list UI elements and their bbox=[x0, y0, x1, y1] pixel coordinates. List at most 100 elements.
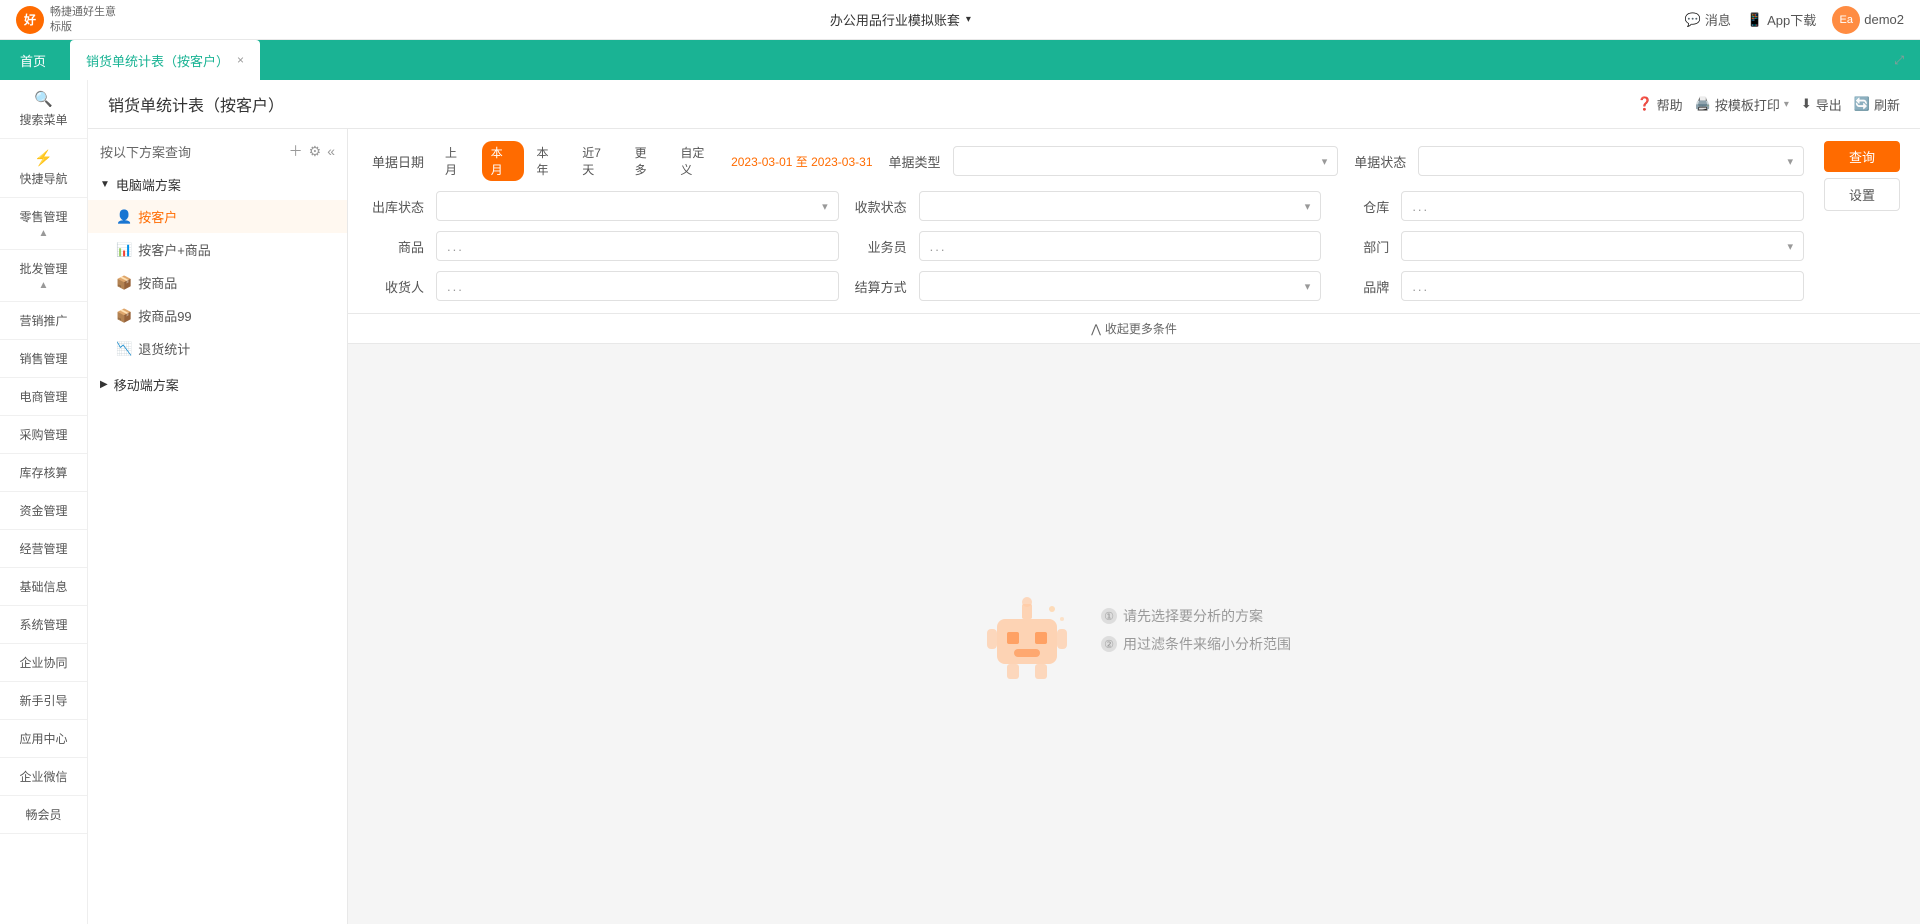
goods-label: 商品 bbox=[368, 237, 424, 256]
help-btn[interactable]: ❓ 帮助 bbox=[1636, 95, 1682, 114]
dept-control[interactable]: ▾ bbox=[1401, 231, 1804, 261]
avatar: Ea bbox=[1832, 6, 1860, 34]
message-btn[interactable]: 💬 消息 bbox=[1685, 10, 1731, 29]
collapse-more-btn[interactable]: ⋀ 收起更多条件 bbox=[1091, 320, 1177, 337]
mobile-group-title[interactable]: ▶ 移动端方案 bbox=[88, 369, 347, 400]
print-dropdown-arrow[interactable]: ▾ bbox=[1784, 99, 1789, 110]
desktop-group-arrow: ▼ bbox=[100, 179, 110, 190]
tab-home[interactable]: 首页 bbox=[0, 40, 66, 80]
tab-close-btn[interactable]: × bbox=[237, 53, 244, 67]
scheme-customer-goods[interactable]: 📊 按客户+商品 bbox=[88, 233, 347, 266]
dept-arrow: ▾ bbox=[1787, 240, 1793, 253]
brand-label: 品牌 bbox=[1333, 277, 1389, 296]
delivery-arrow: ▾ bbox=[822, 200, 828, 213]
last-month-btn[interactable]: 上月 bbox=[436, 141, 478, 181]
setting-btn[interactable]: 设置 bbox=[1824, 178, 1900, 211]
sidebar-item-quick-nav[interactable]: ⚡ 快捷导航 bbox=[0, 139, 87, 198]
page-body: 按以下方案查询 ＋ ⚙ « ▼ 电脑端方案 👤 按客户 bbox=[88, 129, 1920, 924]
more-btn[interactable]: 更多 bbox=[626, 141, 668, 181]
page-title: 销货单统计表（按客户） bbox=[108, 92, 284, 116]
warehouse-label: 仓库 bbox=[1333, 197, 1389, 216]
sidebar-item-app-center[interactable]: 应用中心 bbox=[0, 720, 87, 758]
sidebar-item-marketing[interactable]: 营销推广 bbox=[0, 302, 87, 340]
receiver-control[interactable]: ... bbox=[436, 271, 839, 301]
right-panel: 单据日期 上月 本月 本年 近7天 更多 自定义 bbox=[348, 129, 1920, 924]
sidebar-item-finance[interactable]: 资金管理 bbox=[0, 492, 87, 530]
sidebar-item-member[interactable]: 畅会员 bbox=[0, 796, 87, 834]
order-type-control[interactable]: ▾ bbox=[953, 146, 1339, 176]
delivery-control[interactable]: ▾ bbox=[436, 191, 839, 221]
sidebar-item-wechat-biz[interactable]: 企业微信 bbox=[0, 758, 87, 796]
sidebar-item-system[interactable]: 系统管理 bbox=[0, 606, 87, 644]
desktop-group-title[interactable]: ▼ 电脑端方案 bbox=[88, 169, 347, 200]
export-btn[interactable]: ⬇ 导出 bbox=[1801, 95, 1842, 114]
custom-btn[interactable]: 自定义 bbox=[671, 141, 725, 181]
sidebar-item-ecommerce[interactable]: 电商管理 bbox=[0, 378, 87, 416]
payment-status-label: 收款状态 bbox=[851, 197, 907, 216]
sidebar-item-new-guide[interactable]: 新手引导 bbox=[0, 682, 87, 720]
nav-sidebar: 🔍 搜索菜单 ⚡ 快捷导航 零售管理 ▲ 批发管理 ▲ 营销推广 销售管理 电商… bbox=[0, 80, 88, 924]
settings-scheme-btn[interactable]: ⚙ bbox=[309, 143, 322, 160]
message-icon: 💬 bbox=[1685, 12, 1701, 28]
action-btns: 查询 设置 bbox=[1824, 141, 1900, 211]
wholesale-arrow-icon: ▲ bbox=[39, 280, 49, 291]
customer-goods-scheme-icon: 📊 bbox=[116, 242, 132, 258]
header-right: 💬 消息 📱 App下载 Ea demo2 bbox=[1685, 6, 1904, 34]
sidebar-item-wholesale-mgmt[interactable]: 批发管理 ▲ bbox=[0, 250, 87, 302]
tip-num-1: ① bbox=[1101, 608, 1117, 624]
payment-status-arrow: ▾ bbox=[1305, 200, 1311, 213]
filter-row-2: 出库状态 ▾ 收款状态 ▾ 仓库 bbox=[368, 191, 1804, 221]
salesperson-control[interactable]: ... bbox=[919, 231, 1322, 261]
print-btn[interactable]: 🖨️ 按模板打印 ▾ bbox=[1695, 95, 1789, 114]
this-year-btn[interactable]: 本年 bbox=[528, 141, 570, 181]
empty-tip-2: ② 用过滤条件来缩小分析范围 bbox=[1101, 634, 1291, 654]
sidebar-item-inventory[interactable]: 库存核算 bbox=[0, 454, 87, 492]
data-area: ① 请先选择要分析的方案 ② 用过滤条件来缩小分析范围 bbox=[348, 344, 1920, 924]
payment-method-label: 结算方式 bbox=[851, 277, 907, 296]
panel-header-actions: ＋ ⚙ « bbox=[289, 141, 335, 161]
sidebar-item-search-menu[interactable]: 🔍 搜索菜单 bbox=[0, 80, 87, 139]
order-type-label: 单据类型 bbox=[885, 152, 941, 171]
last7-btn[interactable]: 近7天 bbox=[573, 141, 621, 181]
brand-control[interactable]: ... bbox=[1401, 271, 1804, 301]
download-icon: 📱 bbox=[1747, 12, 1763, 28]
sidebar-item-purchase-mgmt[interactable]: 采购管理 bbox=[0, 416, 87, 454]
mobile-group-arrow: ▶ bbox=[100, 379, 108, 390]
add-scheme-btn[interactable]: ＋ bbox=[289, 141, 303, 161]
user-menu[interactable]: Ea demo2 bbox=[1832, 6, 1904, 34]
payment-method-control[interactable]: ▾ bbox=[919, 271, 1322, 301]
scheme-by-goods[interactable]: 📦 按商品 bbox=[88, 266, 347, 299]
goods-control[interactable]: ... bbox=[436, 231, 839, 261]
tab-bar-right: ⤢ bbox=[1894, 53, 1920, 68]
collapse-bar[interactable]: ⋀ 收起更多条件 bbox=[348, 314, 1920, 344]
export-icon: ⬇ bbox=[1801, 96, 1812, 112]
collapse-panel-btn[interactable]: « bbox=[327, 143, 335, 159]
search-btn[interactable]: 查询 bbox=[1824, 141, 1900, 172]
sidebar-item-retail-mgmt[interactable]: 零售管理 ▲ bbox=[0, 198, 87, 250]
refresh-btn[interactable]: 🔄 刷新 bbox=[1854, 95, 1900, 114]
sidebar-item-operations[interactable]: 经营管理 bbox=[0, 530, 87, 568]
empty-state-icon bbox=[977, 584, 1077, 684]
logo-icon: 好 bbox=[16, 6, 44, 34]
collapse-up-icon: ⋀ bbox=[1091, 322, 1101, 336]
scheme-goods-99[interactable]: 📦 按商品99 bbox=[88, 299, 347, 332]
receiver-dots: ... bbox=[447, 279, 464, 294]
company-dropdown-arrow[interactable]: ▾ bbox=[966, 14, 971, 25]
tab-active[interactable]: 销货单统计表（按客户） × bbox=[70, 40, 260, 80]
company-selector[interactable]: 办公用品行业模拟账套 ▾ bbox=[830, 10, 971, 29]
payment-status-control[interactable]: ▾ bbox=[919, 191, 1322, 221]
scheme-by-customer[interactable]: 👤 按客户 bbox=[88, 200, 347, 233]
tab-bar: 首页 销货单统计表（按客户） × ⤢ bbox=[0, 40, 1920, 80]
this-month-btn[interactable]: 本月 bbox=[482, 141, 524, 181]
sidebar-item-enterprise[interactable]: 企业协同 bbox=[0, 644, 87, 682]
warehouse-control[interactable]: ... bbox=[1401, 191, 1804, 221]
maximize-btn[interactable]: ⤢ bbox=[1894, 53, 1904, 68]
print-icon: 🖨️ bbox=[1695, 96, 1711, 112]
filter-row-3: 商品 ... 业务员 ... 部门 bbox=[368, 231, 1804, 261]
sidebar-item-sales-mgmt[interactable]: 销售管理 bbox=[0, 340, 87, 378]
scheme-return-stats[interactable]: 📉 退货统计 bbox=[88, 332, 347, 365]
sidebar-item-basic-info[interactable]: 基础信息 bbox=[0, 568, 87, 606]
help-icon: ❓ bbox=[1636, 96, 1652, 112]
app-download-btn[interactable]: 📱 App下载 bbox=[1747, 10, 1816, 29]
order-status-control[interactable]: ▾ bbox=[1418, 146, 1804, 176]
